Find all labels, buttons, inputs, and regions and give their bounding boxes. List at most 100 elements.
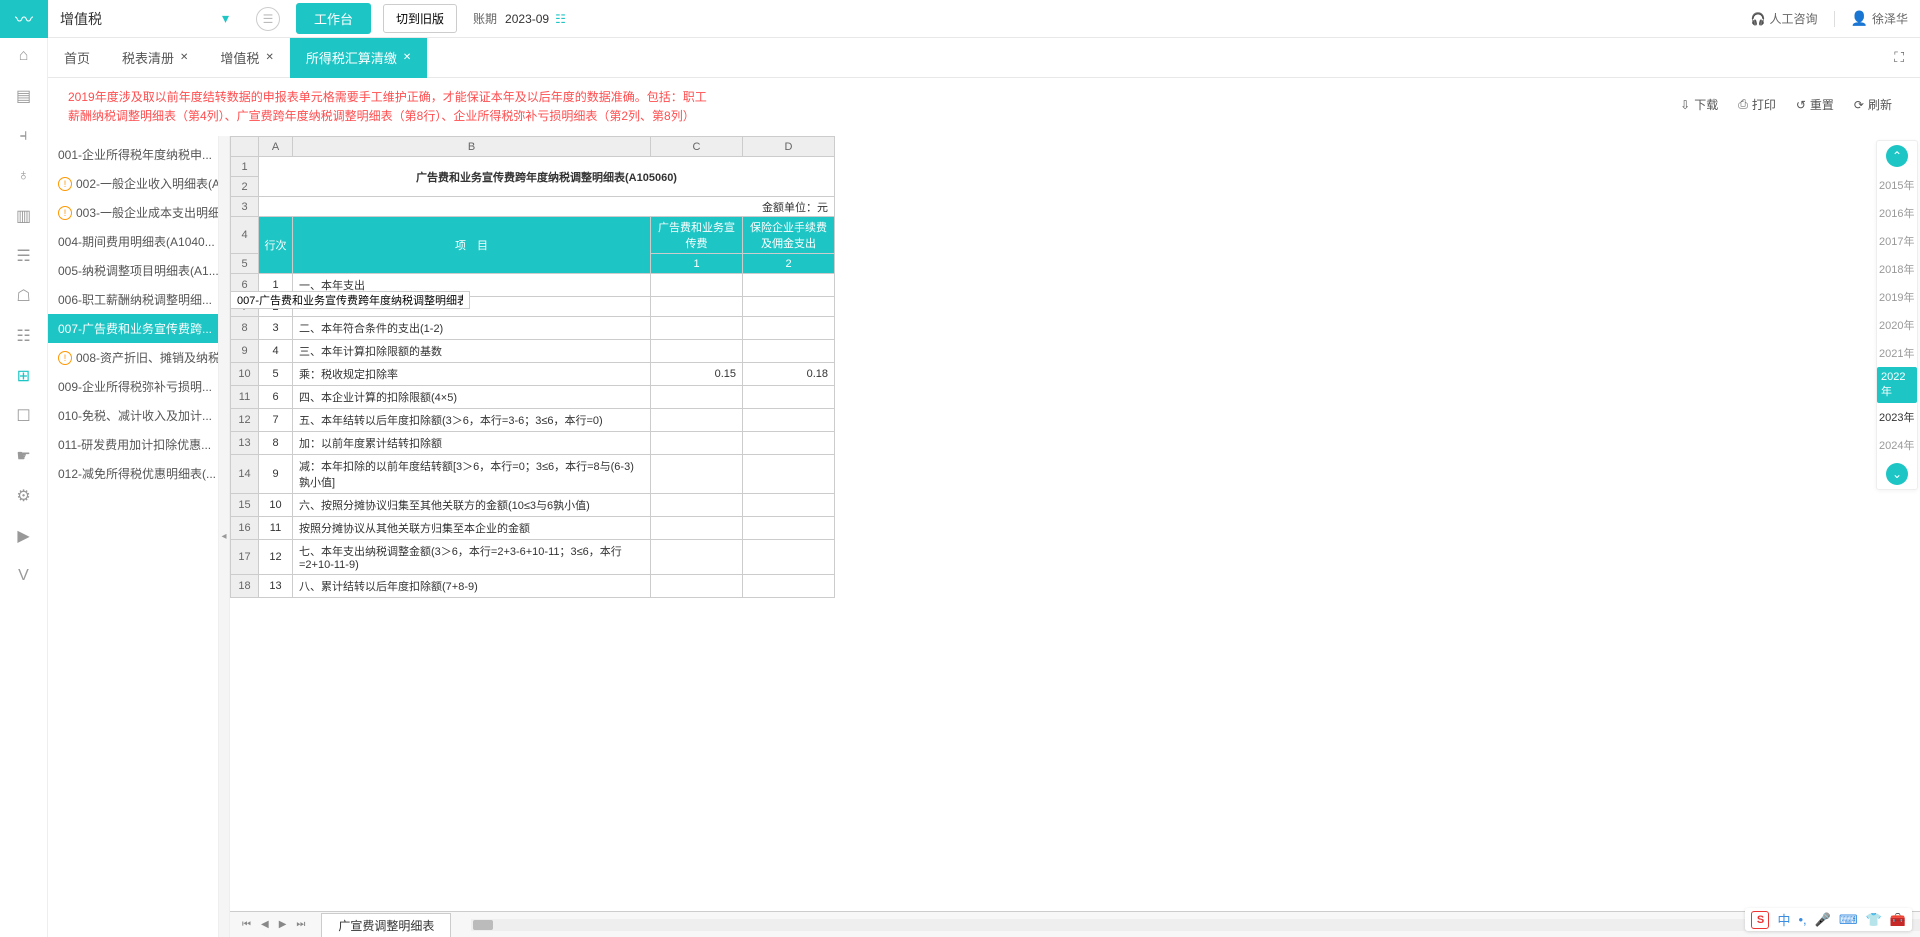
seq-cell[interactable]: 12 [259,540,293,575]
ime-mic-icon[interactable]: 🎤 [1815,912,1831,928]
hscroll-thumb[interactable] [473,920,493,930]
sheet-tab[interactable]: 广宣费调整明细表 [321,913,451,937]
stamp-icon[interactable]: ☖ [14,286,34,306]
value-cell-d[interactable]: 0.18 [743,363,835,386]
row-head[interactable]: 11 [231,386,259,409]
close-icon[interactable]: ✕ [180,52,188,63]
value-cell-d[interactable] [743,494,835,517]
nav-last-icon[interactable]: ⏭ [292,917,309,932]
row-head[interactable]: 3 [231,197,259,217]
desc-cell[interactable]: 二、本年符合条件的支出(1-2) [293,317,651,340]
row-head[interactable]: 12 [231,409,259,432]
nav-next-icon[interactable]: ▶ [275,917,291,932]
seq-cell[interactable]: 11 [259,517,293,540]
clipboard-icon[interactable]: ▥ [14,206,34,226]
form-list-item[interactable]: 006-职工薪酬纳税调整明细... [48,285,218,314]
seq-cell[interactable]: 5 [259,363,293,386]
value-cell-d[interactable] [743,409,835,432]
value-cell-d[interactable] [743,386,835,409]
form-list-item[interactable]: 008-资产折旧、摊销及纳税... [48,343,218,372]
value-cell-c[interactable] [651,494,743,517]
desc-cell[interactable]: 加：以前年度累计结转扣除额 [293,432,651,455]
ime-skin-icon[interactable]: 👕 [1866,912,1882,928]
unit-label[interactable]: 金额单位：元 [259,197,835,217]
year-item[interactable]: 2015年 [1877,171,1917,199]
corner-cell[interactable] [231,137,259,157]
form-list-item[interactable]: 012-减免所得税优惠明细表(... [48,459,218,488]
chart-icon[interactable]: ⫞ [14,126,34,146]
ime-punct-icon[interactable]: •, [1799,912,1807,927]
form-list-item[interactable]: 002-一般企业收入明细表(A... [48,169,218,198]
value-cell-d[interactable] [743,455,835,494]
value-cell-c[interactable] [651,575,743,598]
tab-vat[interactable]: 增值税✕ [204,38,289,78]
col-head-c[interactable]: C [651,137,743,157]
workbench-button[interactable]: 工作台 [296,3,371,34]
user-profile[interactable]: 👤 徐泽华 [1851,10,1908,27]
ime-lang[interactable]: 中 [1777,910,1790,929]
row-head[interactable]: 18 [231,575,259,598]
app-active-icon[interactable]: ⊞ [14,366,34,386]
value-cell-d[interactable] [743,432,835,455]
ime-toolbox-icon[interactable]: 🧰 [1890,912,1906,928]
calendar-icon[interactable]: ☷ [555,12,566,26]
value-cell-d[interactable] [743,517,835,540]
year-item[interactable]: 2016年 [1877,199,1917,227]
v-icon[interactable]: V [14,566,34,586]
reset-button[interactable]: ↺重置 [1796,96,1834,113]
box-icon[interactable]: ☐ [14,406,34,426]
tab-income-tax[interactable]: 所得税汇算清缴✕ [290,38,427,78]
sheet-title[interactable]: 广告费和业务宣传费跨年度纳税调整明细表(A105060) [259,157,835,197]
year-item[interactable]: 2024年 [1877,431,1917,459]
desc-cell[interactable]: 减：本年扣除的以前年度结转额[3＞6，本行=0；3≤6，本行=8与(6-3)孰小… [293,455,651,494]
value-cell-d[interactable] [743,540,835,575]
col-head-d[interactable]: D [743,137,835,157]
download-button[interactable]: ⇩下载 [1680,96,1718,113]
refresh-button[interactable]: ⟳刷新 [1854,96,1892,113]
row-head[interactable]: 5 [231,254,259,274]
close-icon[interactable]: ✕ [403,52,411,63]
year-item[interactable]: 2022年 [1877,367,1917,403]
desc-cell[interactable]: 乘：税收规定扣除率 [293,363,651,386]
value-cell-c[interactable]: 0.15 [651,363,743,386]
hscroll-track[interactable] [471,919,1920,931]
inbox-icon[interactable]: ☛ [14,446,34,466]
row-head[interactable]: 2 [231,177,259,197]
row-head[interactable]: 17 [231,540,259,575]
old-version-button[interactable]: 切到旧版 [383,4,457,33]
sheet-scroll[interactable]: A B C D 1广告费和业务宣传费跨年度纳税调整明细表(A105060) 2 … [230,136,1920,911]
print-button[interactable]: ⎙打印 [1738,96,1776,113]
play-icon[interactable]: ▶ [14,526,34,546]
value-cell-d[interactable] [743,340,835,363]
ime-keyboard-icon[interactable]: ⌨ [1839,912,1858,928]
tab-home[interactable]: 首页 [48,38,106,78]
value-cell-c[interactable] [651,455,743,494]
form-list-item[interactable]: 010-免税、减计收入及加计... [48,401,218,430]
seq-cell[interactable]: 6 [259,386,293,409]
row-head[interactable]: 14 [231,455,259,494]
close-icon[interactable]: ✕ [265,52,273,63]
row-head[interactable]: 10 [231,363,259,386]
desc-cell[interactable]: 七、本年支出纳税调整金额(3＞6，本行=2+3-6+10-11；3≤6，本行=2… [293,540,651,575]
row-head[interactable]: 16 [231,517,259,540]
desc-cell[interactable]: 八、累计结转以后年度扣除额(7+8-9) [293,575,651,598]
year-scroll-up[interactable]: ⌃ [1886,145,1908,167]
seq-cell[interactable]: 9 [259,455,293,494]
value-cell-c[interactable] [651,517,743,540]
tab-tax-list[interactable]: 税表清册✕ [106,38,204,78]
year-item[interactable]: 2018年 [1877,255,1917,283]
row-head[interactable]: 13 [231,432,259,455]
value-cell-c[interactable] [651,432,743,455]
seq-cell[interactable]: 3 [259,317,293,340]
desc-cell[interactable]: 四、本企业计算的扣除限额(4×5) [293,386,651,409]
nav-first-icon[interactable]: ⏮ [238,917,255,932]
form-icon[interactable]: ☴ [14,246,34,266]
seq-cell[interactable]: 13 [259,575,293,598]
cell-ref-input[interactable] [230,291,470,309]
row-head[interactable]: 4 [231,217,259,254]
form-list-item[interactable]: 009-企业所得税弥补亏损明... [48,372,218,401]
ime-logo-icon[interactable]: S [1751,911,1769,929]
home-icon[interactable]: ⌂ [14,46,34,66]
doc-icon[interactable]: ☰ [256,7,280,31]
row-head[interactable]: 15 [231,494,259,517]
